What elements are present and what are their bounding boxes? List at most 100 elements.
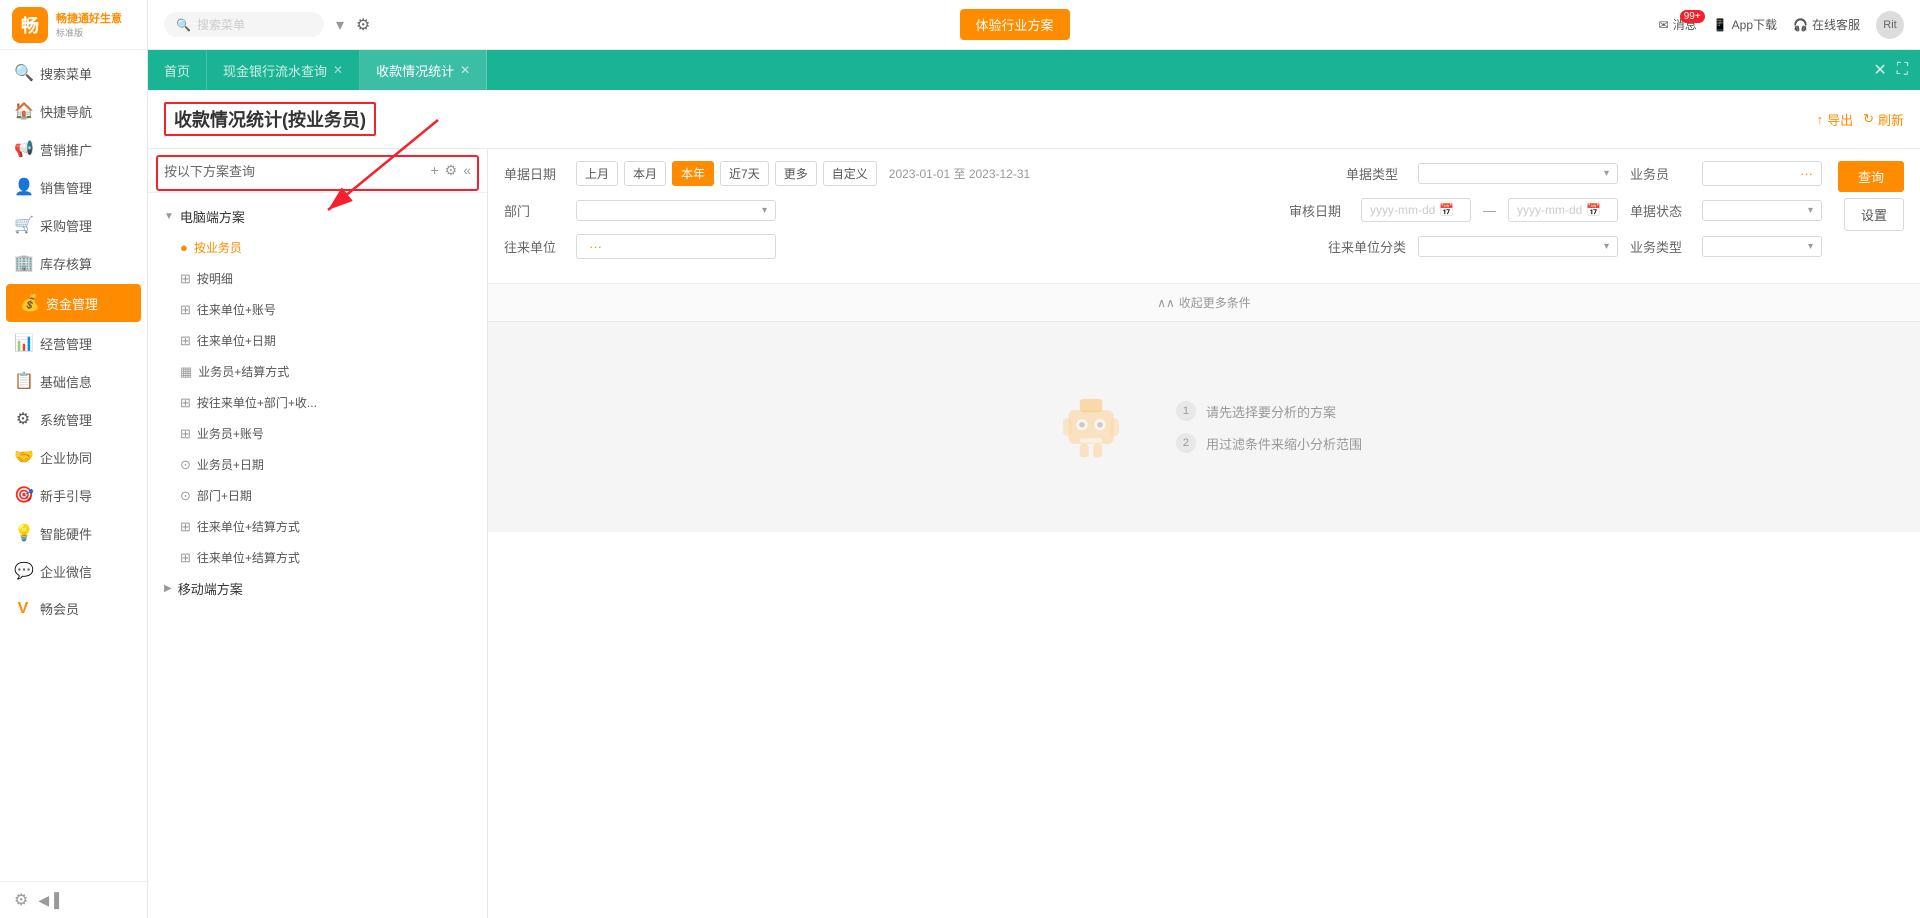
sidebar-item-purchase[interactable]: 🛒 采购管理 bbox=[0, 206, 147, 244]
logo-text: 畅捷通好生意 标准版 bbox=[56, 10, 122, 39]
date-tab-last-month[interactable]: 上月 bbox=[576, 161, 618, 186]
salesperson-more-icon: ··· bbox=[1800, 166, 1813, 181]
collapse-bar[interactable]: ∧∧ 收起更多条件 bbox=[488, 283, 1920, 321]
sidebar-item-collab[interactable]: 🤝 企业协同 bbox=[0, 438, 147, 476]
sidebar-item-quicknav[interactable]: 🏠 快捷导航 bbox=[0, 92, 147, 130]
topbar-dropdown-icon[interactable]: ▾ bbox=[336, 15, 344, 35]
vip-icon: V bbox=[14, 600, 32, 618]
review-date-end[interactable]: yyyy-mm-dd 📅 bbox=[1508, 198, 1618, 222]
topbar: 🔍 搜索菜单 ▾ ⚙ 体验行业方案 ✉ 消息 99+ 📱 App下载 🎧 在线客… bbox=[148, 0, 1920, 50]
app-download-btn[interactable]: 📱 App下载 bbox=[1713, 16, 1777, 33]
review-date-start[interactable]: yyyy-mm-dd 📅 bbox=[1361, 198, 1471, 222]
search-icon: 🔍 bbox=[14, 63, 32, 83]
doc-status-select[interactable]: ▾ bbox=[1702, 200, 1822, 221]
sidebar-nav: 🔍 搜索菜单 🏠 快捷导航 📢 营销推广 👤 销售管理 🛒 采购管理 🏢 库存核… bbox=[0, 50, 147, 881]
online-service-btn[interactable]: 🎧 在线客服 bbox=[1793, 16, 1860, 33]
collapse-sidebar-icon[interactable]: ◀▐ bbox=[38, 892, 59, 909]
tabbar-actions: ✕ ⛶ bbox=[1861, 50, 1920, 90]
sidebar-item-wechat[interactable]: 💬 企业微信 bbox=[0, 552, 147, 590]
counterpart-select[interactable]: ··· bbox=[576, 234, 776, 259]
scheme-item-2[interactable]: ⊞ 往来单位+账号 bbox=[148, 294, 487, 325]
settings-btn[interactable]: 设置 bbox=[1844, 198, 1904, 231]
tab-close-all-btn[interactable]: ✕ bbox=[1873, 60, 1886, 80]
scheme-item-5[interactable]: ⊞ 按往来单位+部门+收... bbox=[148, 387, 487, 418]
sidebar-item-guide[interactable]: 🎯 新手引导 bbox=[0, 476, 147, 514]
collapse-chevron-icon: ∧∧ bbox=[1157, 296, 1175, 310]
scheme-item-0[interactable]: ● 按业务员 bbox=[148, 232, 487, 263]
tab-collection-stats-close[interactable]: ✕ bbox=[460, 63, 470, 77]
sidebar-item-basic-info[interactable]: 📋 基础信息 bbox=[0, 362, 147, 400]
messages-badge: 99+ bbox=[1680, 10, 1705, 23]
scheme-item-3[interactable]: ⊞ 往来单位+日期 bbox=[148, 325, 487, 356]
sidebar-item-vip[interactable]: V 畅会员 bbox=[0, 590, 147, 627]
mobile-scheme-parent[interactable]: ▶ 移动端方案 bbox=[148, 573, 487, 604]
sidebar-item-inventory[interactable]: 🏢 库存核算 bbox=[0, 244, 147, 282]
date-tab-custom[interactable]: 自定义 bbox=[823, 161, 877, 186]
scheme-item-4[interactable]: ▦ 业务员+结算方式 bbox=[148, 356, 487, 387]
scheme-item-9[interactable]: ⊞ 往来单位+结算方式 bbox=[148, 511, 487, 542]
topbar-right: ✉ 消息 99+ 📱 App下载 🎧 在线客服 Rit bbox=[1659, 11, 1904, 39]
biz-type-select[interactable]: ▾ bbox=[1702, 236, 1822, 257]
messages-btn[interactable]: ✉ 消息 99+ bbox=[1659, 16, 1697, 33]
doc-type-select[interactable]: ▾ bbox=[1418, 163, 1618, 184]
scheme-icon-8: ⊙ bbox=[180, 488, 191, 504]
sidebar-item-system[interactable]: ⚙ 系统管理 bbox=[0, 400, 147, 438]
tab-maximize-btn[interactable]: ⛶ bbox=[1897, 61, 1908, 79]
collapse-panel-btn[interactable]: « bbox=[463, 162, 471, 179]
scheme-item-7[interactable]: ⊙ 业务员+日期 bbox=[148, 449, 487, 480]
dept-label: 部门 bbox=[504, 201, 564, 220]
trial-btn[interactable]: 体验行业方案 bbox=[960, 9, 1070, 40]
scheme-item-1[interactable]: ⊞ 按明细 bbox=[148, 263, 487, 294]
scheme-settings-btn[interactable]: ⚙ bbox=[445, 162, 458, 179]
date-tab-this-month[interactable]: 本月 bbox=[624, 161, 666, 186]
tab-cash-flow-close[interactable]: ✕ bbox=[333, 63, 343, 77]
tab-home[interactable]: 首页 bbox=[148, 50, 207, 90]
date-tab-this-year[interactable]: 本年 bbox=[672, 161, 714, 186]
topbar-settings-icon[interactable]: ⚙ bbox=[356, 15, 370, 35]
tab-cash-flow[interactable]: 现金银行流水查询 ✕ bbox=[207, 50, 360, 90]
right-panel: 单据日期 上月 本月 本年 近7天 更多 自定义 2023-01-01 至 20… bbox=[488, 149, 1920, 918]
avatar: Rit bbox=[1876, 11, 1904, 39]
export-icon: ↑ bbox=[1817, 112, 1824, 127]
salesperson-label: 业务员 bbox=[1630, 164, 1690, 183]
panel-header-actions: + ⚙ « bbox=[430, 162, 471, 179]
sidebar-footer: ⚙ ◀▐ bbox=[0, 881, 147, 918]
filter-row-1: 单据日期 上月 本月 本年 近7天 更多 自定义 2023-01-01 至 20… bbox=[504, 161, 1822, 186]
dept-select[interactable]: ▾ bbox=[576, 200, 776, 221]
date-tab-7days[interactable]: 近7天 bbox=[720, 161, 769, 186]
sidebar-item-sales[interactable]: 👤 销售管理 bbox=[0, 168, 147, 206]
scheme-item-8[interactable]: ⊙ 部门+日期 bbox=[148, 480, 487, 511]
user-avatar-btn[interactable]: Rit bbox=[1876, 11, 1904, 39]
filter-container: 单据日期 上月 本月 本年 近7天 更多 自定义 2023-01-01 至 20… bbox=[488, 149, 1920, 283]
counterpart-cat-select[interactable]: ▾ bbox=[1418, 236, 1618, 257]
salesperson-select[interactable]: ··· bbox=[1702, 161, 1822, 186]
sidebar-item-operations[interactable]: 📊 经营管理 bbox=[0, 324, 147, 362]
sidebar-item-hardware[interactable]: 💡 智能硬件 bbox=[0, 514, 147, 552]
scheme-item-6[interactable]: ⊞ 业务员+账号 bbox=[148, 418, 487, 449]
settings-footer-icon[interactable]: ⚙ bbox=[14, 890, 28, 910]
date-filter: 上月 本月 本年 近7天 更多 自定义 2023-01-01 至 2023-12… bbox=[576, 161, 1030, 186]
sidebar-item-marketing[interactable]: 📢 营销推广 bbox=[0, 130, 147, 168]
tab-collection-stats[interactable]: 收款情况统计 ✕ bbox=[360, 50, 487, 90]
sidebar-item-finance[interactable]: 💰 资金管理 bbox=[6, 284, 141, 322]
date-range-display: 2023-01-01 至 2023-12-31 bbox=[889, 165, 1030, 182]
tabbar: 首页 现金银行流水查询 ✕ 收款情况统计 ✕ ✕ ⛶ bbox=[148, 50, 1920, 90]
scheme-icon-3: ⊞ bbox=[180, 333, 191, 349]
export-btn[interactable]: ↑ 导出 bbox=[1817, 110, 1854, 129]
doc-type-label: 单据类型 bbox=[1346, 164, 1406, 183]
refresh-btn[interactable]: ↻ 刷新 bbox=[1863, 110, 1904, 129]
page-header: 收款情况统计(按业务员) ↑ 导出 ↻ 刷新 bbox=[148, 90, 1920, 149]
review-date-label: 审核日期 bbox=[1289, 201, 1349, 220]
query-btn[interactable]: 查询 bbox=[1838, 161, 1904, 192]
desktop-scheme-arrow: ▼ bbox=[164, 211, 174, 222]
doc-status-label: 单据状态 bbox=[1630, 201, 1690, 220]
app-download-icon: 📱 bbox=[1713, 18, 1728, 32]
search-menu-box[interactable]: 🔍 搜索菜单 bbox=[164, 12, 324, 37]
content-body: 按以下方案查询 + ⚙ « ▼ 电脑端方案 ● 按业务员 bbox=[148, 149, 1920, 918]
date-tab-more[interactable]: 更多 bbox=[775, 161, 817, 186]
add-scheme-btn[interactable]: + bbox=[430, 162, 438, 179]
desktop-scheme-parent[interactable]: ▼ 电脑端方案 bbox=[148, 201, 487, 232]
sidebar-item-search[interactable]: 🔍 搜索菜单 bbox=[0, 54, 147, 92]
page-title: 收款情况统计(按业务员) bbox=[164, 102, 376, 136]
scheme-item-10[interactable]: ⊞ 往来单位+结算方式 bbox=[148, 542, 487, 573]
